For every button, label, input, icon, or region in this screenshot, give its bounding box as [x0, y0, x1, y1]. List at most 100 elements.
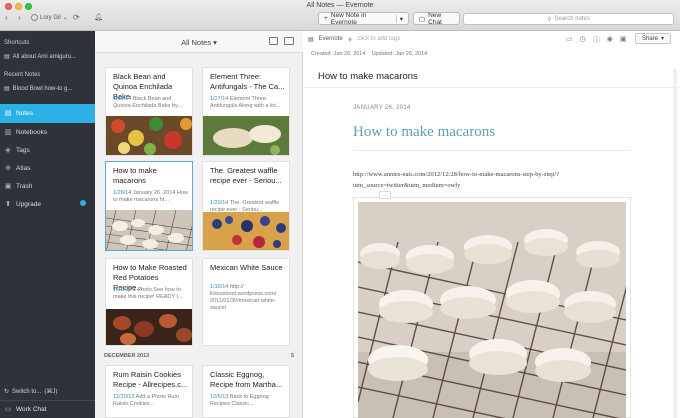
note-card-date: 1/16/14	[113, 287, 132, 293]
macarons-image	[358, 202, 626, 418]
sidebar-item-label: Notebooks	[16, 129, 48, 136]
note-card[interactable]: The. Greatest waffle recipe ever - Serio…	[202, 161, 290, 251]
atlas-icon: ⊕	[5, 164, 11, 172]
chat-icon: ▢	[419, 15, 426, 23]
switch-label: Switch to...	[12, 388, 42, 395]
note-card-snippet: 1/30/14 Black Bean and Quinoa Enchilada …	[113, 96, 189, 110]
forward-arrow-icon[interactable]: ›	[18, 13, 21, 22]
notebook-icon: ▤	[308, 36, 314, 43]
note-card[interactable]: How to Make Roasted Red Potatoes Recipe.…	[105, 258, 193, 346]
recent-notes-header: Recent Notes	[4, 72, 41, 78]
user-menu[interactable]: Lory Gil ⌄	[31, 14, 68, 21]
back-arrow-icon[interactable]: ‹	[5, 13, 8, 22]
note-card-title: How to make macarons	[113, 166, 157, 185]
upgrade-icon: ⬆	[5, 200, 11, 208]
note-thumbnail	[203, 116, 289, 155]
bell-icon[interactable]: 🔔︎	[94, 13, 103, 21]
note-card-snippet: 12/20/13 Add a Photo Rum Raisin Cookies.…	[113, 394, 189, 408]
divider	[353, 150, 631, 151]
note-card-title: Classic Eggnog, Recipe from Martha...	[210, 370, 283, 389]
note-card-date: 1/20/14	[210, 200, 229, 206]
chevron-down-icon: ⌄	[62, 15, 68, 21]
shortcut-item[interactable]: ▤ All about Ami amiguru...	[4, 53, 76, 61]
work-chat-icon[interactable]: ◉	[607, 35, 613, 45]
shortcuts-header: Shortcuts	[4, 40, 30, 46]
switch-icon: ↻	[4, 389, 10, 395]
sidebar-item-notes[interactable]: ▤ Notes	[0, 104, 95, 123]
note-card[interactable]: Rum Raisin Cookies Recipe - Allrecipes.c…	[105, 365, 193, 418]
work-chat-label: Work Chat	[16, 406, 47, 413]
note-icon: ▤	[4, 86, 10, 92]
tag-input[interactable]: click to add tags	[357, 36, 400, 42]
trash-icon: ▣	[4, 182, 12, 190]
sidebar-item-trash[interactable]: ▣ Trash	[0, 177, 95, 196]
chevron-down-icon[interactable]: ▾	[395, 14, 403, 23]
note-list-header: All Notes ▾	[95, 31, 303, 53]
note-card[interactable]: Black Bean and Quinoa Enchilada Bake 1/3…	[105, 67, 193, 156]
trash-icon[interactable]: ▣	[620, 35, 627, 45]
note-thumbnail	[106, 309, 192, 345]
note-card-date: 1/16/14	[210, 284, 229, 290]
note-dates: Created: Jan 26, 2014 Updated: Jan 26, 2…	[311, 51, 427, 57]
sidebar-item-label: Notes	[16, 110, 33, 117]
view-options-icon[interactable]	[284, 37, 294, 45]
sync-icon[interactable]: ⟳	[73, 13, 80, 22]
note-card-date: 1/27/14	[210, 96, 229, 102]
reminder-icon[interactable]: ◷	[580, 35, 586, 45]
note-card-snippet: 1/26/14 January 26, 2014 How to make mac…	[113, 190, 189, 204]
note-list-title-label: All Notes	[181, 38, 212, 47]
macarons-photo[interactable]	[358, 202, 626, 418]
search-input[interactable]: ⚲ Search notes	[463, 13, 674, 25]
note-card-selected[interactable]: How to make macarons 1/26/14 January 26,…	[105, 161, 193, 251]
note-card-date: 1/30/14	[113, 96, 132, 102]
sidebar-item-label: Atlas	[16, 165, 31, 172]
share-button[interactable]: Share ▾	[635, 33, 672, 44]
note-card-date: 1/26/14	[113, 190, 132, 196]
more-options-button[interactable]: ...	[379, 191, 392, 199]
article-date: JANUARY 26, 2014	[353, 105, 411, 111]
sidebar-item-tags[interactable]: ◈ Tags	[0, 141, 95, 160]
sidebar-item-label: Trash	[16, 183, 33, 190]
note-card-snippet: 1/27/14 Element Three: Antifungals Along…	[210, 96, 286, 110]
avatar	[31, 14, 38, 21]
new-note-button[interactable]: + New Note in Evernote ▾	[318, 12, 409, 26]
plus-icon: +	[324, 15, 328, 22]
user-name: Lory Gil	[40, 14, 61, 21]
tag-icon: ◈	[5, 146, 11, 154]
search-icon: ⚲	[547, 16, 552, 23]
note-card[interactable]: Classic Eggnog, Recipe from Martha... 12…	[202, 365, 290, 418]
note-thumbnail	[203, 212, 289, 250]
sort-icon[interactable]	[269, 37, 278, 45]
section-count: 5	[290, 353, 294, 359]
info-icon[interactable]: ⓘ	[593, 35, 600, 45]
note-card[interactable]: Element Three: Antifungals - The Ca... 1…	[202, 67, 290, 156]
note-card-title: The. Greatest waffle recipe ever - Serio…	[210, 166, 282, 185]
work-chat-item[interactable]: ▭ Work Chat	[0, 400, 95, 418]
note-card-date: 12/6/13	[210, 394, 229, 400]
sidebar-item-label: Upgrade	[16, 201, 41, 208]
updated-date: Updated: Jan 26, 2014	[371, 51, 428, 57]
note-card-title: Mexican White Sauce	[210, 263, 283, 272]
article-heading: How to make macarons	[353, 124, 496, 140]
scrollbar[interactable]	[673, 69, 677, 418]
sidebar-item-atlas[interactable]: ⊕ Atlas	[0, 159, 95, 178]
chat-icon: ▭	[4, 405, 12, 413]
notebook-selector[interactable]: Evernote	[319, 36, 343, 42]
note-card-title: Rum Raisin Cookies Recipe - Allrecipes.c…	[113, 370, 188, 389]
note-list: All Notes ▾ Black Bean and Quinoa Enchil…	[95, 31, 303, 418]
recent-note-item[interactable]: ▤ Blood Bowl how-to g...	[4, 85, 73, 93]
sidebar-item-notebooks[interactable]: ▥ Notebooks	[0, 123, 95, 142]
note-title-field[interactable]: How to make macarons	[304, 66, 680, 88]
recent-note-label: Blood Bowl how-to g...	[12, 85, 73, 92]
switch-account-item[interactable]: ↻ Switch to... (⌘J)	[4, 388, 57, 396]
presentation-icon[interactable]: ▭	[566, 35, 573, 45]
note-card[interactable]: Mexican White Sauce 1/16/14 http:// lici…	[202, 258, 290, 346]
chevron-down-icon: ▾	[661, 36, 665, 42]
new-chat-label: New Chat	[428, 11, 442, 26]
search-placeholder: Search notes	[554, 16, 590, 22]
source-link[interactable]: http://www.annies-eats.com/2012/12/28/ho…	[353, 169, 638, 191]
sidebar-item-label: Tags	[16, 147, 30, 154]
window-titlebar: All Notes — Evernote ‹ › Lory Gil ⌄ ⟳ 🔔︎…	[0, 0, 680, 31]
section-header: DECEMBER 2013 5	[104, 353, 294, 359]
new-chat-button[interactable]: ▢ New Chat	[413, 11, 460, 26]
